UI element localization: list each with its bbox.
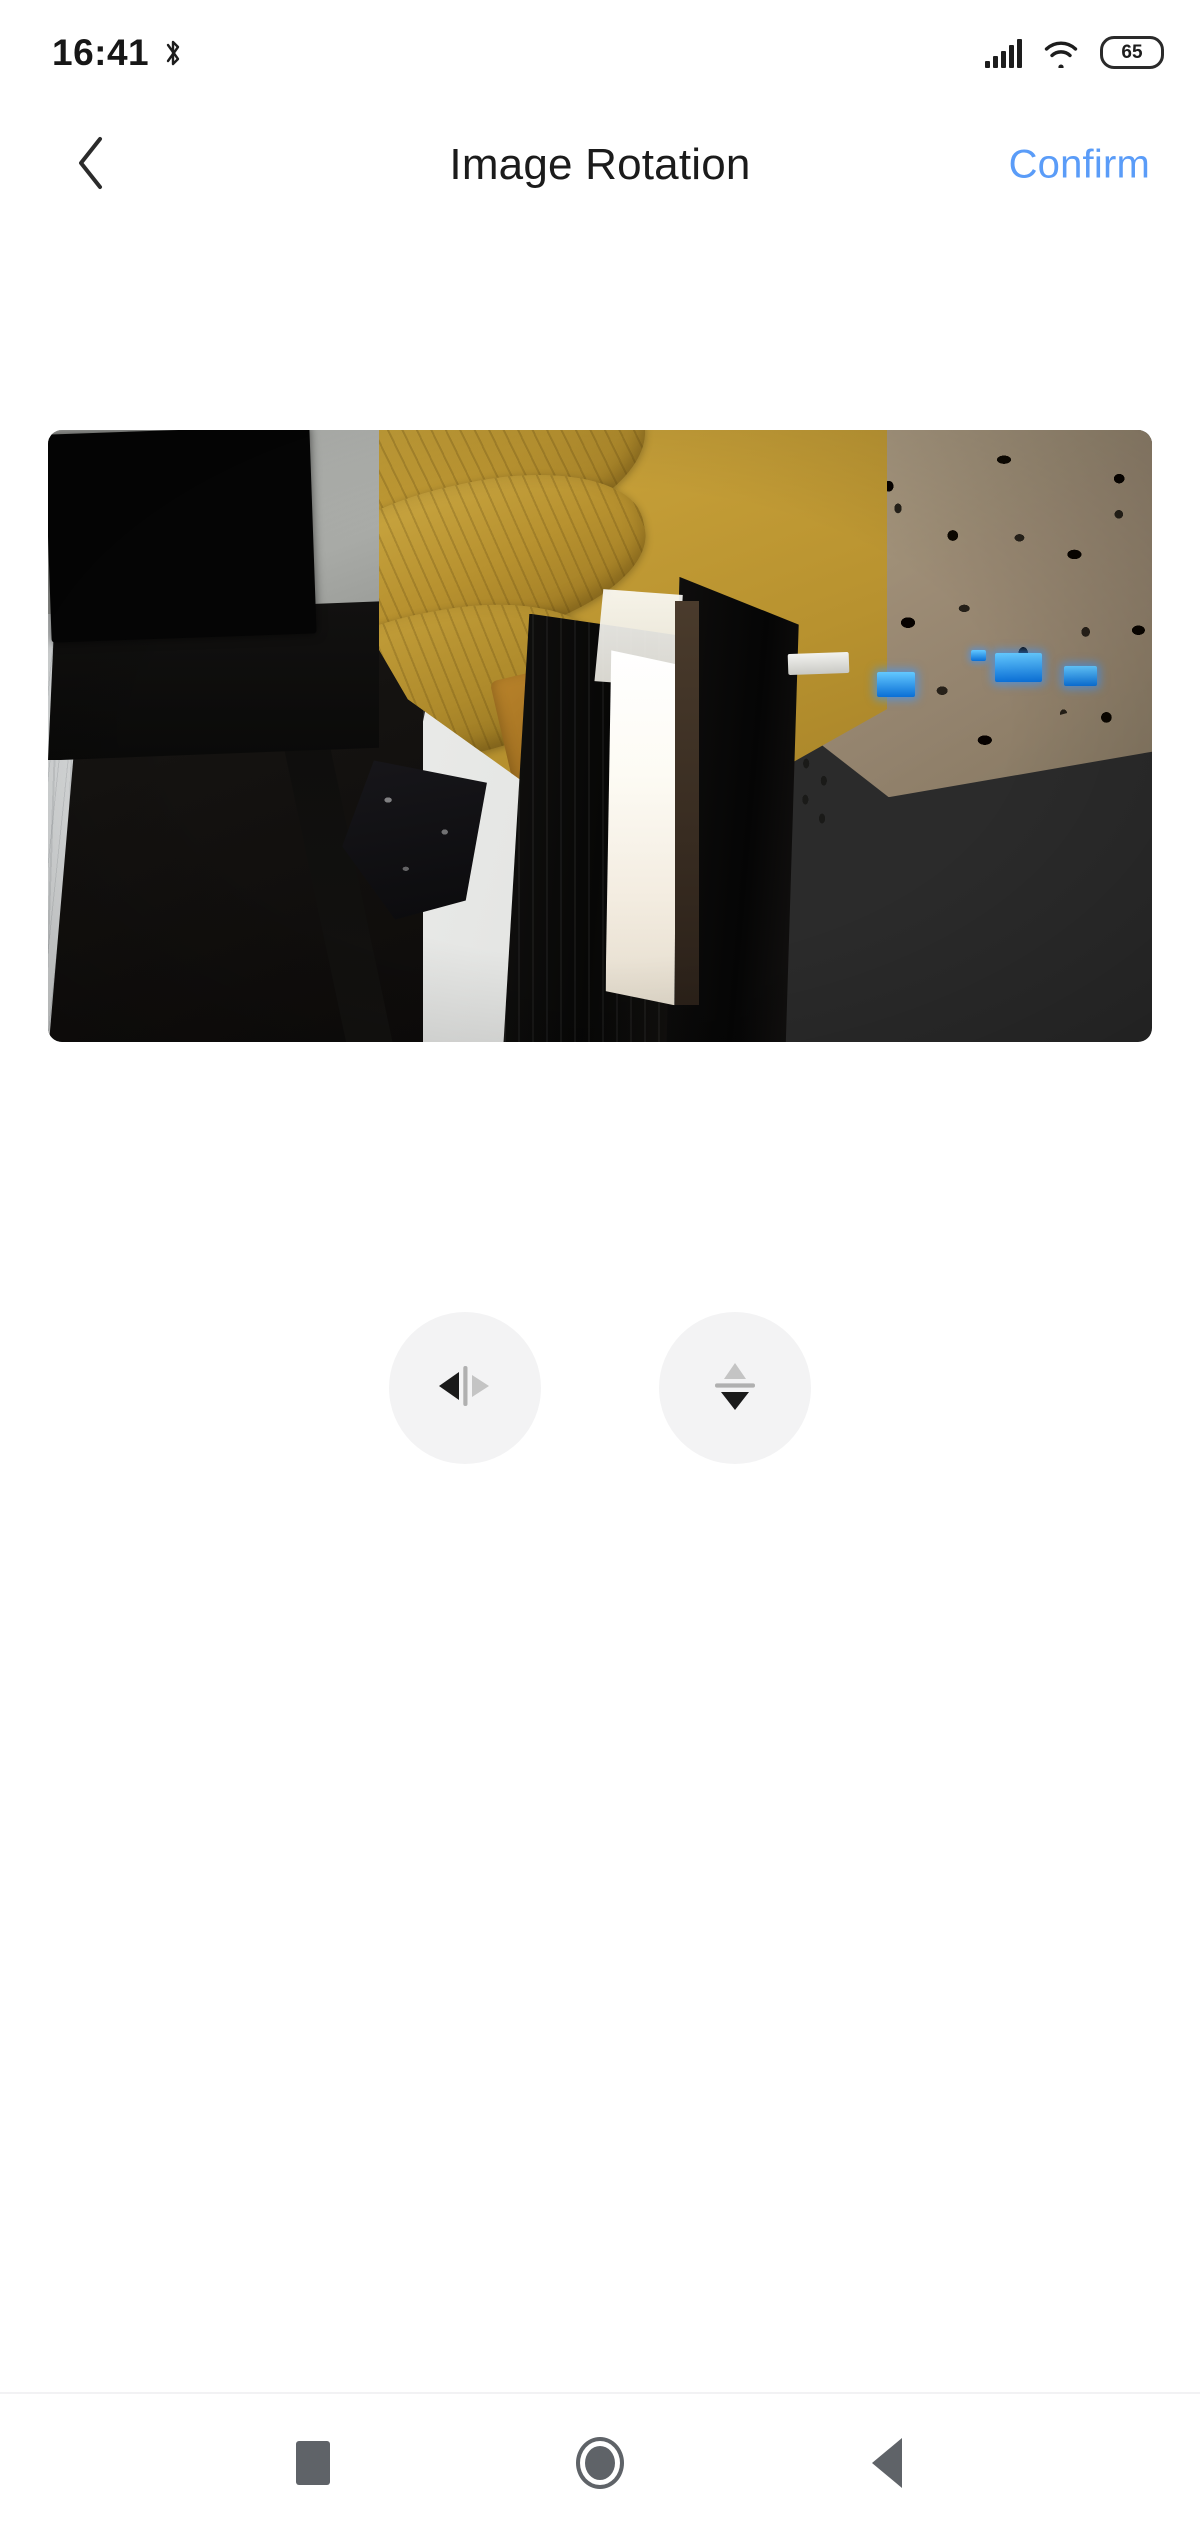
status-clock: 16:41 xyxy=(52,31,150,73)
preview-tv-screen xyxy=(48,430,317,643)
chevron-left-icon xyxy=(74,135,108,196)
circle-home-icon xyxy=(576,2436,624,2489)
phone-screen: 16:41 65 Image Rotation Confirm xyxy=(0,0,1200,2533)
bluetooth-icon xyxy=(163,37,183,69)
flip-vertical-icon xyxy=(707,1353,763,1424)
wifi-icon xyxy=(1042,38,1080,70)
camera-preview-container[interactable] xyxy=(48,430,1152,1042)
square-recents-icon xyxy=(296,2440,330,2485)
flip-horizontal-button[interactable] xyxy=(389,1312,541,1464)
android-nav-bar xyxy=(0,2392,1200,2533)
back-button[interactable] xyxy=(56,130,126,200)
confirm-button[interactable]: Confirm xyxy=(1009,143,1150,188)
preview-plant xyxy=(793,748,838,834)
preview-white-device xyxy=(787,652,849,676)
preview-led-light xyxy=(970,650,987,662)
recents-button[interactable] xyxy=(277,2427,349,2499)
app-header: Image Rotation Confirm xyxy=(0,105,1200,225)
home-button[interactable] xyxy=(564,2427,636,2499)
preview-led-light xyxy=(877,671,915,698)
status-bar-right: 65 xyxy=(985,36,1164,70)
camera-preview-image[interactable] xyxy=(48,430,1152,1042)
flip-vertical-button[interactable] xyxy=(659,1312,811,1464)
flip-horizontal-icon xyxy=(432,1358,498,1419)
preview-led-light xyxy=(995,653,1042,682)
status-bar-left: 16:41 xyxy=(52,32,183,74)
status-bar: 16:41 65 xyxy=(0,0,1200,105)
preview-doorway-light xyxy=(605,650,678,1006)
preview-door-frame xyxy=(675,601,700,1006)
rotation-controls xyxy=(0,1312,1200,1464)
battery-level: 65 xyxy=(1121,42,1143,63)
back-nav-button[interactable] xyxy=(851,2427,923,2499)
triangle-back-icon xyxy=(872,2437,902,2488)
battery-icon: 65 xyxy=(1100,36,1164,69)
signal-bars-icon xyxy=(985,38,1022,68)
preview-led-light xyxy=(1063,665,1097,687)
